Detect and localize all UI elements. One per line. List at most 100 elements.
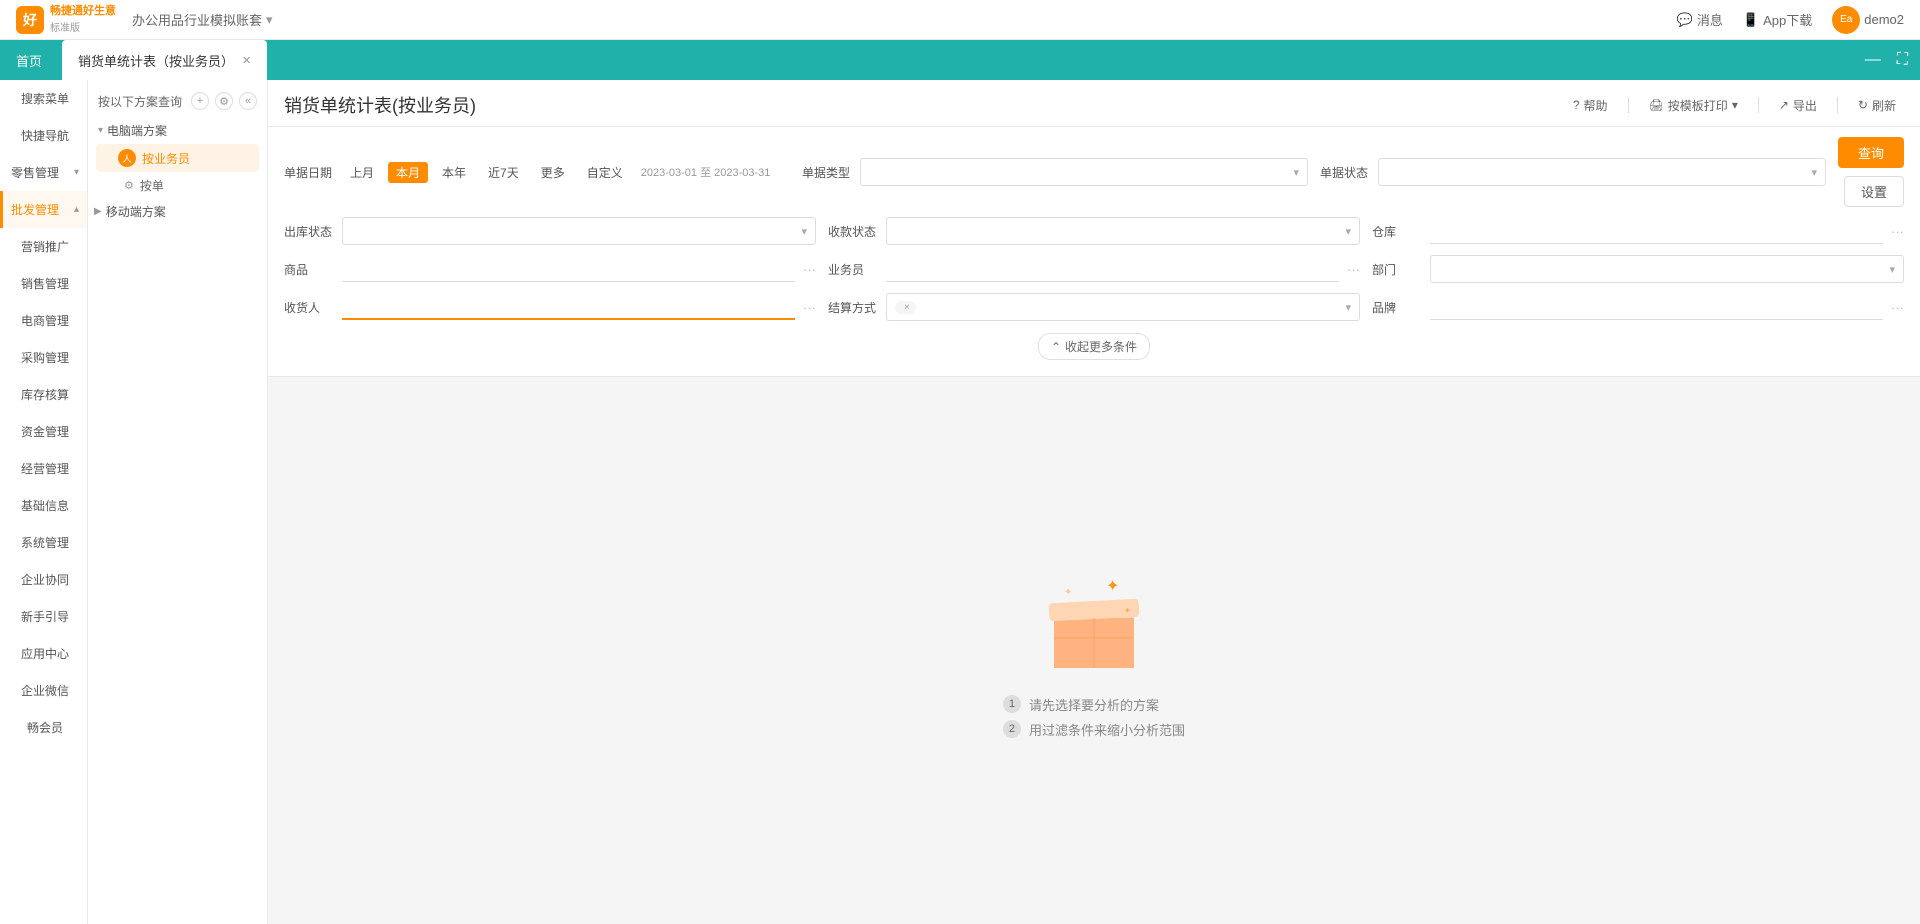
date-btn-last-month[interactable]: 上月 — [342, 162, 382, 183]
consignee-cell: 收货人 ··· — [284, 294, 816, 320]
help-icon: ? — [1573, 98, 1580, 112]
payment-status-cell: 收款状态 ▾ — [828, 217, 1360, 245]
warehouse-input[interactable] — [1430, 218, 1883, 244]
sidebar-item-purchase[interactable]: 采购管理 — [0, 339, 87, 376]
scheme-item-by-order[interactable]: ⚙ 按单 — [96, 173, 259, 198]
warehouse-label: 仓库 — [1372, 223, 1422, 240]
settings-button[interactable]: 设置 — [1844, 176, 1904, 207]
scheme-group-mobile[interactable]: ▶ 移动端方案 — [88, 199, 267, 224]
date-btn-this-year[interactable]: 本年 — [434, 162, 474, 183]
department-label: 部门 — [1372, 261, 1422, 278]
sidebar-item-member[interactable]: 畅会员 — [0, 709, 87, 746]
tab-close-icon[interactable]: ✕ — [242, 54, 251, 67]
tab-maximize-icon[interactable]: ⛶ — [1893, 47, 1912, 73]
sidebar-item-system[interactable]: 系统管理 — [0, 524, 87, 561]
date-range-text: 2023-03-01 至 2023-03-31 — [641, 164, 771, 180]
download-icon: 📱 — [1743, 12, 1759, 28]
sidebar-item-search[interactable]: 搜索菜单 — [0, 80, 87, 117]
page-header: 销货单统计表(按业务员) ? 帮助 🖨 按模板打印 ▾ ↗ — [268, 80, 1920, 127]
brand-label: 品牌 — [1372, 299, 1422, 316]
doc-status-label: 单据状态 — [1320, 164, 1370, 181]
sidebar-item-basic[interactable]: 基础信息 — [0, 487, 87, 524]
scheme-item-by-salesperson[interactable]: 人 按业务员 — [96, 144, 259, 172]
sidebar-item-operations[interactable]: 经营管理 — [0, 450, 87, 487]
doc-status-dropdown[interactable]: ▾ — [1378, 158, 1826, 186]
filter-row3: 商品 ··· 业务员 ··· 部门 — [284, 255, 1904, 283]
logo-area: 好 畅捷通好生意 标准版 — [16, 5, 116, 33]
sidebar-item-guide[interactable]: 新手引导 — [0, 598, 87, 635]
message-button[interactable]: 💬 消息 — [1677, 10, 1723, 29]
goods-dots-icon[interactable]: ··· — [803, 262, 816, 277]
date-btn-this-month[interactable]: 本月 — [388, 162, 428, 183]
doc-type-dropdown[interactable]: ▾ — [860, 158, 1308, 186]
salesperson-input[interactable] — [886, 256, 1339, 282]
department-dropdown[interactable]: ▾ — [1430, 255, 1904, 283]
brand-input[interactable] — [1430, 294, 1883, 320]
sidebar-item-apps[interactable]: 应用中心 — [0, 635, 87, 672]
filter-row4: 收货人 ··· 结算方式 × ▾ — [284, 293, 1904, 321]
print-button[interactable]: 🖨 按模板打印 ▾ — [1641, 93, 1746, 118]
sidebar-item-finance[interactable]: 资金管理 — [0, 413, 87, 450]
doc-status-arrow-icon: ▾ — [1811, 166, 1817, 179]
sidebar-item-marketing[interactable]: 营销推广 — [0, 228, 87, 265]
filter-inner: 单据日期 上月 本月 本年 近7天 更多 自定义 2023-03-01 至 20… — [268, 127, 1920, 376]
date-filter-cell: 单据日期 上月 本月 本年 近7天 更多 自定义 2023-03-01 至 20… — [284, 162, 790, 183]
warehouse-dots-icon[interactable]: ··· — [1891, 224, 1904, 239]
settlement-dropdown[interactable]: × ▾ — [886, 293, 1360, 321]
scheme-collapse-button[interactable]: « — [239, 92, 257, 110]
sidebar-item-wholesale[interactable]: 批发管理 ▴ — [0, 191, 87, 228]
goods-input[interactable] — [342, 256, 795, 282]
settlement-arrow-icon: ▾ — [1345, 301, 1351, 314]
date-btn-7days[interactable]: 近7天 — [480, 162, 527, 183]
settlement-label: 结算方式 — [828, 299, 878, 316]
goods-cell: 商品 ··· — [284, 256, 816, 282]
scheme-group-desktop-header[interactable]: ▾ 电脑端方案 — [92, 118, 263, 143]
sidebar-item-inventory[interactable]: 库存核算 — [0, 376, 87, 413]
scheme-edit-button[interactable]: ⚙ — [215, 92, 233, 110]
step2-number: 2 — [1003, 720, 1021, 738]
tab-sales-stat[interactable]: 销货单统计表（按业务员） ✕ — [62, 40, 267, 80]
message-icon: 💬 — [1677, 12, 1693, 28]
sidebar-item-ecommerce[interactable]: 电商管理 — [0, 302, 87, 339]
query-button[interactable]: 查询 — [1838, 137, 1904, 168]
salesperson-dots-icon[interactable]: ··· — [1347, 262, 1360, 277]
settlement-tag-close[interactable]: × — [904, 302, 910, 313]
home-tab-label: 首页 — [16, 51, 42, 70]
divider — [1628, 97, 1629, 113]
tab-minimize-icon[interactable]: — — [1861, 47, 1885, 73]
tab-home[interactable]: 首页 — [0, 40, 58, 80]
sidebar-item-enterprise[interactable]: 企业协同 — [0, 561, 87, 598]
svg-text:✦: ✦ — [1106, 578, 1119, 595]
export-button[interactable]: ↗ 导出 — [1771, 93, 1825, 118]
retail-arrow-icon: ▾ — [74, 167, 79, 178]
sidebar-item-retail[interactable]: 零售管理 ▾ — [0, 154, 87, 191]
empty-illustration: ✦ ✦ ✦ — [1034, 563, 1154, 683]
sidebar-item-wechat[interactable]: 企业微信 — [0, 672, 87, 709]
date-filter-group: 上月 本月 本年 近7天 更多 自定义 2023-03-01 至 2023-03… — [342, 162, 770, 183]
divider3 — [1837, 97, 1838, 113]
svg-text:✦: ✦ — [1124, 606, 1131, 615]
collapse-button[interactable]: ⌃ 收起更多条件 — [1038, 333, 1150, 360]
help-button[interactable]: ? 帮助 — [1565, 93, 1616, 118]
scheme-add-button[interactable]: + — [191, 92, 209, 110]
app-download-button[interactable]: 📱 App下载 — [1743, 10, 1812, 29]
payment-status-dropdown[interactable]: ▾ — [886, 217, 1360, 245]
user-profile[interactable]: Ea demo2 — [1832, 6, 1904, 34]
brand-dots-icon[interactable]: ··· — [1891, 300, 1904, 315]
date-btn-custom[interactable]: 自定义 — [579, 162, 631, 183]
step1-number: 1 — [1003, 695, 1021, 713]
dropdown-arrow-icon[interactable]: ▾ — [266, 12, 273, 28]
svg-text:✦: ✦ — [1064, 587, 1072, 598]
refresh-button[interactable]: ↻ 刷新 — [1850, 93, 1904, 118]
consignee-input[interactable] — [342, 294, 795, 320]
stock-status-dropdown[interactable]: ▾ — [342, 217, 816, 245]
sidebar-item-sales[interactable]: 销售管理 — [0, 265, 87, 302]
settlement-cell: 结算方式 × ▾ — [828, 293, 1360, 321]
doc-type-label: 单据类型 — [802, 164, 852, 181]
salesperson-cell: 业务员 ··· — [828, 256, 1360, 282]
consignee-dots-icon[interactable]: ··· — [803, 300, 816, 315]
date-btn-more[interactable]: 更多 — [533, 162, 573, 183]
empty-step2: 2 用过滤条件来缩小分析范围 — [1003, 720, 1185, 739]
sidebar-item-quicknav[interactable]: 快捷导航 — [0, 117, 87, 154]
page-actions: ? 帮助 🖨 按模板打印 ▾ ↗ 导出 — [1565, 93, 1904, 118]
